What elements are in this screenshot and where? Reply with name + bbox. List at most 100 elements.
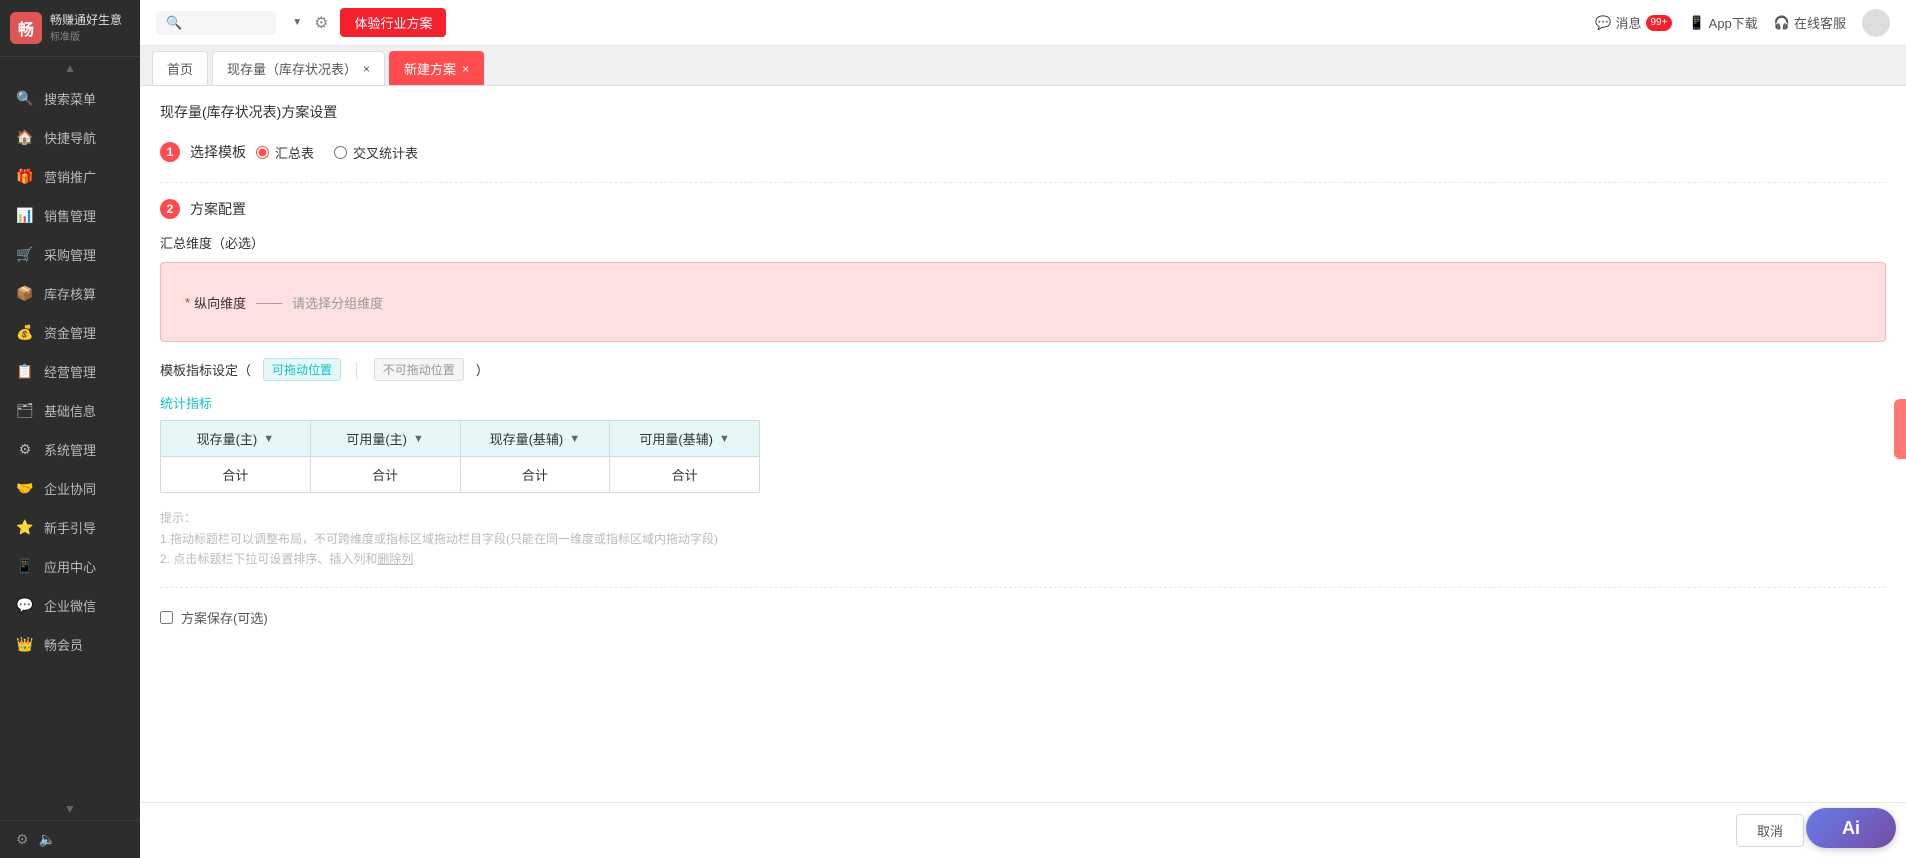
trial-btn[interactable]: 体验行业方案 [340, 8, 446, 37]
save-option-row: 方案保存(可选) [160, 608, 1886, 627]
radio-summary-label: 汇总表 [275, 143, 314, 162]
chart-icon: 📊 [16, 207, 34, 224]
col0-sub-label: 合计 [222, 465, 248, 484]
radio-cross-input[interactable] [334, 146, 347, 159]
search-input[interactable] [186, 16, 266, 30]
radio-cross-label: 交叉统计表 [353, 143, 418, 162]
col2-sub-label: 合计 [522, 465, 548, 484]
sidebar-item-member[interactable]: 👑 畅会员 [0, 625, 140, 664]
sidebar-item-quicknav[interactable]: 🏠 快捷导航 [0, 118, 140, 157]
stats-table-header: 现存量(主) ▼ 可用量(主) ▼ 现存量(基辅) ▼ 可用量(基辅) [161, 421, 759, 457]
online-service-item[interactable]: 🎧 在线客服 [1774, 13, 1846, 32]
section2-header: 2 方案配置 [160, 199, 1886, 219]
col2-sub: 合计 [461, 457, 611, 492]
stats-table-body: 合计 合计 合计 合计 [161, 457, 759, 492]
sidebar-item-wechat[interactable]: 💬 企业微信 [0, 586, 140, 625]
radio-cross[interactable]: 交叉统计表 [334, 143, 418, 162]
sidebar-item-search[interactable]: 🔍 搜索菜单 [0, 79, 140, 118]
speaker-icon[interactable]: 🔈 [39, 831, 56, 848]
section2-title: 方案配置 [190, 199, 246, 219]
user-avatar[interactable] [1862, 9, 1890, 37]
radio-summary-input[interactable] [256, 146, 269, 159]
sidebar-item-finance[interactable]: 💰 资金管理 [0, 313, 140, 352]
top-bar-left: 🔍 ▼ ⚙ 体验行业方案 [156, 8, 446, 37]
required-star: * [185, 295, 190, 310]
col-available-aux[interactable]: 可用量(基辅) ▼ [610, 421, 759, 456]
sidebar-scroll-down[interactable]: ▼ [0, 798, 140, 820]
app-download-label: App下载 [1709, 13, 1758, 32]
col0-chevron-icon[interactable]: ▼ [263, 433, 274, 445]
section-config: 2 方案配置 汇总维度（必选） * 纵向维度 —— 请选择分组维度 模板指标设定… [160, 199, 1886, 567]
sidebar-item-system[interactable]: ⚙ 系统管理 [0, 430, 140, 469]
message-badge-item[interactable]: 💬 消息 99+ [1595, 13, 1672, 32]
col-current-aux[interactable]: 现存量(基辅) ▼ [461, 421, 611, 456]
tab-new-plan[interactable]: 新建方案 × [389, 51, 484, 85]
sidebar-item-label: 经营管理 [44, 362, 96, 381]
gear-topbar-icon[interactable]: ⚙ [314, 13, 328, 33]
col3-chevron-icon[interactable]: ▼ [719, 433, 730, 445]
chevron-down-icon: ▼ [292, 17, 302, 28]
sidebar-item-inventory[interactable]: 📦 库存核算 [0, 274, 140, 313]
sidebar-item-app-center[interactable]: 📱 应用中心 [0, 547, 140, 586]
page-inner: 现存量(库存状况表)方案设置 1 选择模板 汇总表 交叉统计表 [140, 86, 1906, 802]
app-download-item[interactable]: 📱 App下载 [1688, 13, 1757, 32]
vertical-dimension-label: 纵向维度 [194, 293, 246, 312]
star-icon: ⭐ [16, 519, 34, 536]
bottom-bar: 取消 查询 [140, 802, 1906, 858]
col-current-main[interactable]: 现存量(主) ▼ [161, 421, 311, 456]
sidebar-item-label: 营销推广 [44, 167, 96, 186]
sidebar-scroll-up[interactable]: ▲ [0, 57, 140, 79]
sidebar-item-newbie[interactable]: ⭐ 新手引导 [0, 508, 140, 547]
logo-text: 畅赚通好生意 标准版 [50, 13, 122, 44]
divider-2 [160, 587, 1886, 588]
sidebar-item-marketing[interactable]: 🎁 营销推广 [0, 157, 140, 196]
ai-float-button[interactable]: Ai [1806, 808, 1896, 848]
ai-label: Ai [1842, 818, 1860, 839]
nav-dropdown[interactable]: ▼ [288, 17, 302, 28]
col1-sub-label: 合计 [372, 465, 398, 484]
section1-num: 1 [160, 142, 180, 162]
col-available-main-label: 可用量(主) [346, 429, 407, 448]
sidebar-item-basic-info[interactable]: 🗂 基础信息 [0, 391, 140, 430]
dimension-placeholder: 请选择分组维度 [292, 293, 383, 312]
save-checkbox[interactable] [160, 611, 173, 624]
dimension-dash: —— [256, 295, 282, 310]
summary-dimension-label: 汇总维度（必选） [160, 233, 1886, 252]
sidebar-item-management[interactable]: 📋 经营管理 [0, 352, 140, 391]
home-icon: 🏠 [16, 129, 34, 146]
tab-inventory-status[interactable]: 现存量（库存状况表） × [212, 51, 385, 85]
indicator-setting-label: 模板指标设定（ [160, 360, 251, 379]
col1-chevron-icon[interactable]: ▼ [413, 433, 424, 445]
handshake-icon: 🤝 [16, 480, 34, 497]
sidebar-item-sales[interactable]: 📊 销售管理 [0, 196, 140, 235]
tab-inventory-label: 现存量（库存状况表） [227, 59, 357, 78]
sidebar-item-label: 销售管理 [44, 206, 96, 225]
sidebar-item-collab[interactable]: 🤝 企业协同 [0, 469, 140, 508]
gear-icon: ⚙ [16, 441, 34, 458]
radio-summary[interactable]: 汇总表 [256, 143, 314, 162]
right-edge-handle[interactable] [1894, 399, 1906, 459]
tips-item-1: 1.拖动标题栏可以调整布局，不可跨维度或指标区域拖动栏目字段(只能在同一维度或指… [160, 530, 1886, 547]
non-draggable-tag: 不可拖动位置 [374, 358, 464, 381]
tab-inventory-close-icon[interactable]: × [363, 62, 370, 76]
mobile-icon: 📱 [16, 558, 34, 575]
settings-bottom-icon[interactable]: ⚙ [16, 831, 29, 848]
tab-new-plan-label: 新建方案 [404, 59, 456, 78]
tab-new-plan-close-icon[interactable]: × [462, 62, 469, 76]
cancel-button[interactable]: 取消 [1736, 814, 1804, 847]
sidebar-item-label: 企业协同 [44, 479, 96, 498]
col1-sub: 合计 [311, 457, 461, 492]
tab-home[interactable]: 首页 [152, 51, 208, 85]
stats-table: 现存量(主) ▼ 可用量(主) ▼ 现存量(基辅) ▼ 可用量(基辅) [160, 420, 760, 493]
tips-item-2: 2. 点击标题栏下拉可设置排序、插入列和删除列 [160, 550, 1886, 567]
section2-num: 2 [160, 199, 180, 219]
delete-col-link[interactable]: 删除列 [377, 552, 413, 566]
sidebar-item-purchase[interactable]: 🛒 采购管理 [0, 235, 140, 274]
save-option-label: 方案保存(可选) [181, 608, 268, 627]
sidebar-item-label: 基础信息 [44, 401, 96, 420]
col-available-main[interactable]: 可用量(主) ▼ [311, 421, 461, 456]
search-box[interactable]: 🔍 [156, 11, 276, 35]
col2-chevron-icon[interactable]: ▼ [569, 433, 580, 445]
tab-home-label: 首页 [167, 59, 193, 78]
search-icon: 🔍 [16, 90, 34, 107]
